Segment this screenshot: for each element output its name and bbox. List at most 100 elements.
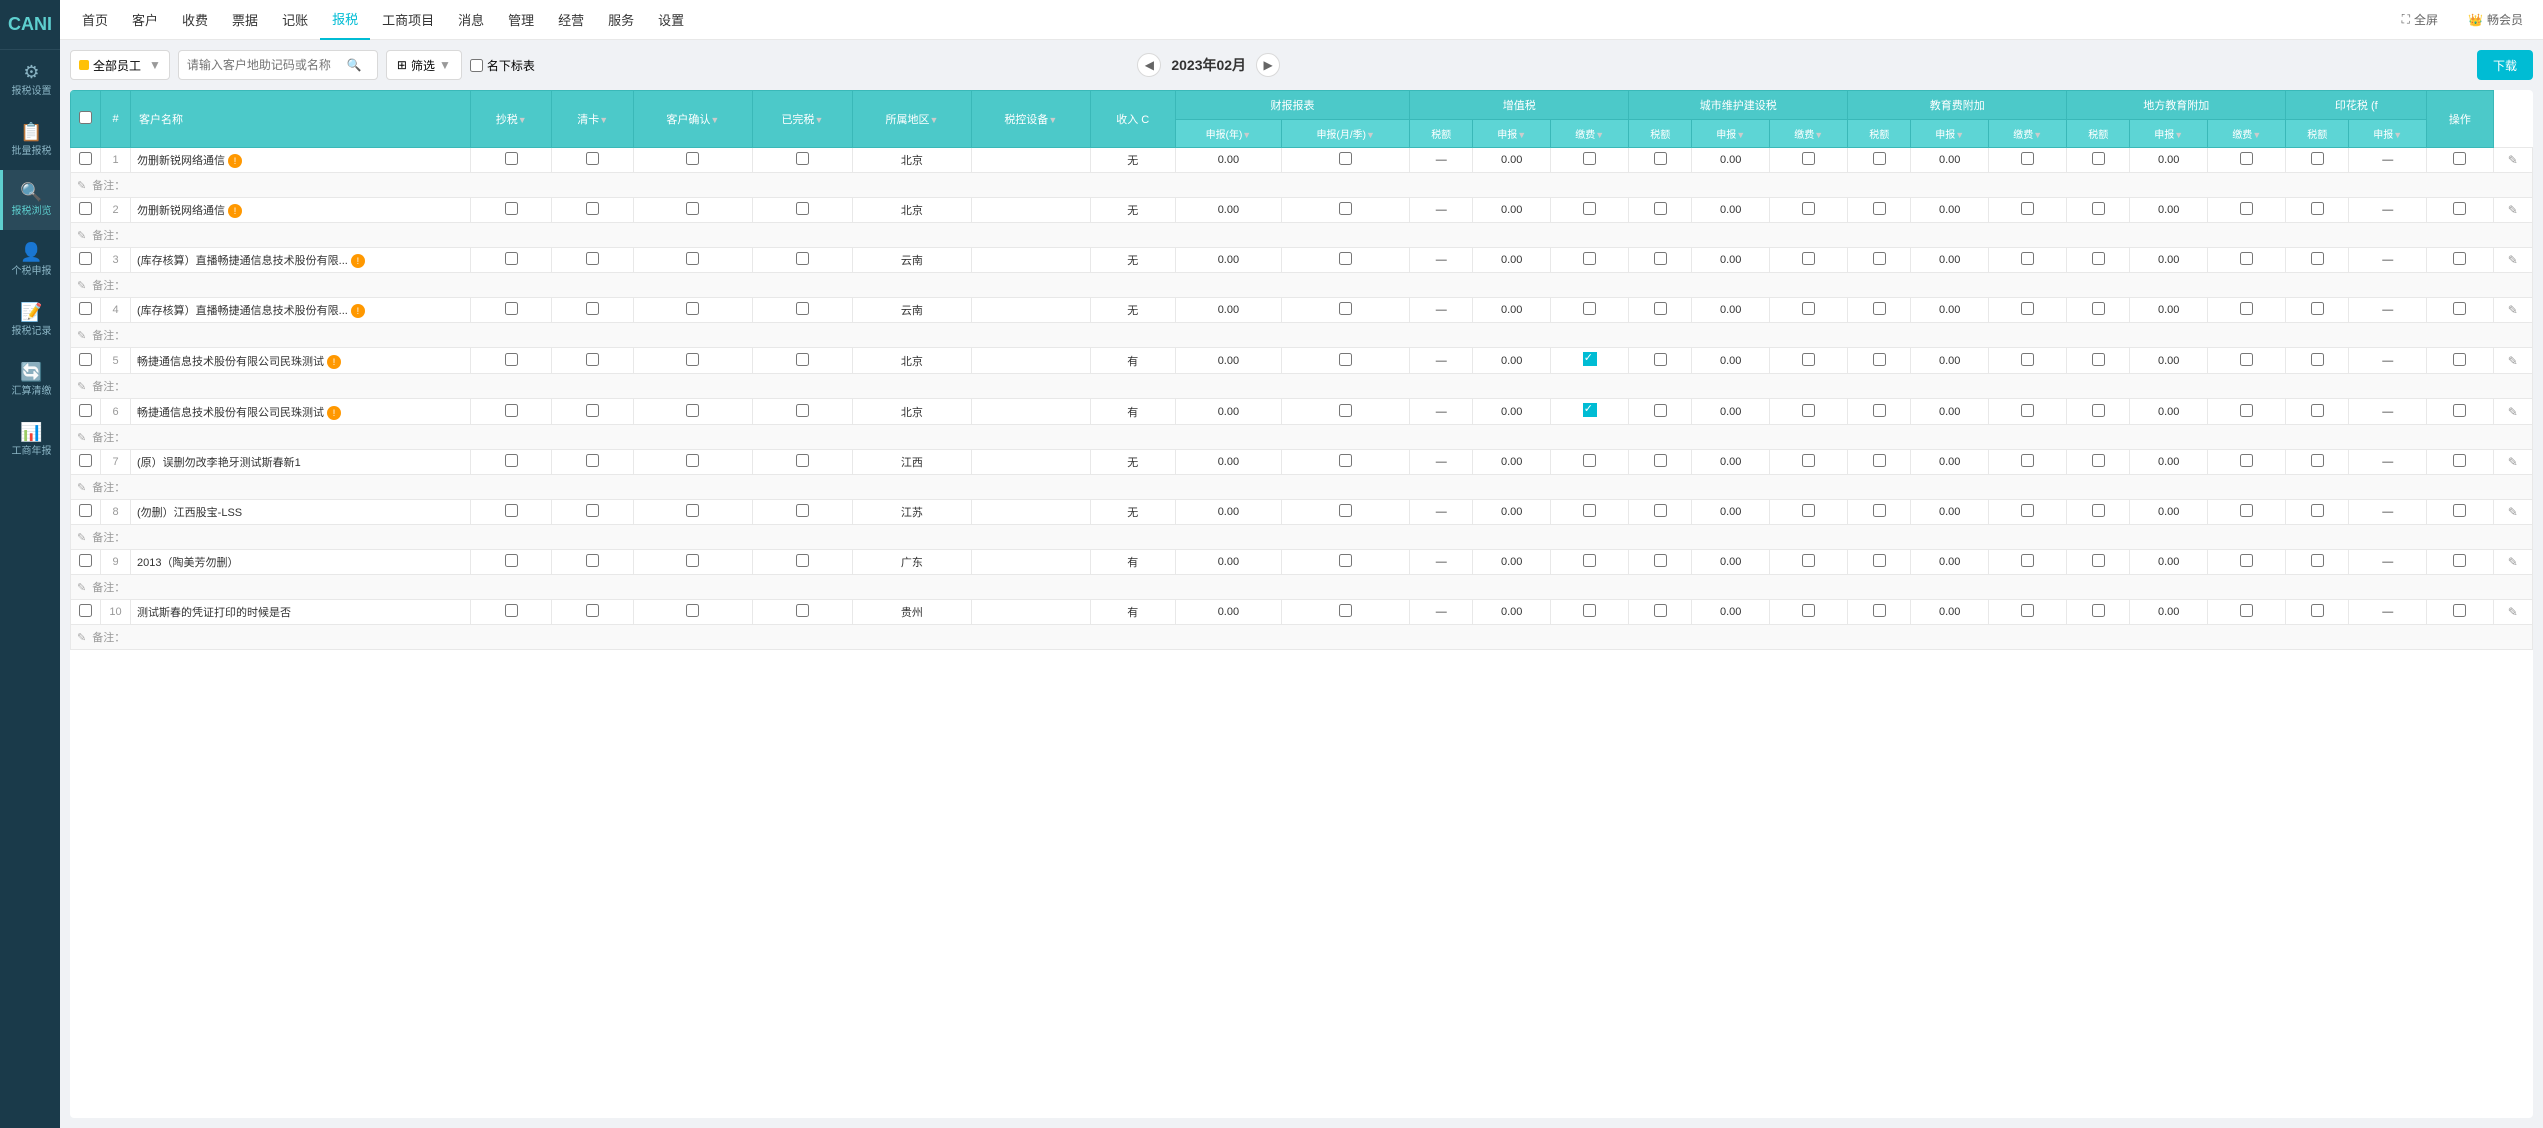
note-pencil-icon[interactable]: ✎ — [77, 532, 86, 544]
search-icon[interactable]: 🔍 — [347, 58, 362, 72]
clear-card-checkbox[interactable] — [586, 353, 599, 366]
vat-fee-checkbox[interactable] — [1654, 152, 1667, 165]
nav-client[interactable]: 客户 — [120, 0, 170, 40]
vat-declare-checkbox[interactable] — [1583, 202, 1596, 215]
vat-declare-checkbox[interactable] — [1583, 252, 1596, 265]
nav-tax[interactable]: 报税 — [320, 0, 370, 40]
note-pencil-icon[interactable]: ✎ — [77, 482, 86, 494]
search-input[interactable] — [187, 58, 347, 72]
nav-home[interactable]: 首页 — [70, 0, 120, 40]
city-fee-checkbox[interactable] — [1873, 404, 1886, 417]
sidebar-item-annual-report[interactable]: 📊 工商年报 — [0, 410, 60, 470]
row-checkbox[interactable] — [79, 504, 92, 517]
local-declare-checkbox[interactable] — [2240, 554, 2253, 567]
local-fee-checkbox[interactable] — [2311, 353, 2324, 366]
warning-icon[interactable]: ! — [228, 204, 242, 218]
vat-declare-cell[interactable] — [1551, 399, 1629, 425]
tax-copy-checkbox[interactable] — [505, 604, 518, 617]
local-declare-checkbox[interactable] — [2240, 202, 2253, 215]
client-confirm-checkbox[interactable] — [686, 554, 699, 567]
edu-fee-checkbox[interactable] — [2092, 152, 2105, 165]
local-fee-checkbox[interactable] — [2311, 152, 2324, 165]
warning-icon[interactable]: ! — [327, 355, 341, 369]
local-declare-checkbox[interactable] — [2240, 454, 2253, 467]
vat-declare-cell[interactable] — [1551, 450, 1629, 475]
local-fee-checkbox[interactable] — [2311, 504, 2324, 517]
filter-button[interactable]: ⊞ 筛选 ▼ — [386, 50, 462, 80]
clear-card-checkbox[interactable] — [586, 554, 599, 567]
declared-checkbox[interactable] — [796, 152, 809, 165]
edu-declare-checkbox[interactable] — [2021, 302, 2034, 315]
nav-accounting[interactable]: 记账 — [270, 0, 320, 40]
edu-declare-checkbox[interactable] — [2021, 353, 2034, 366]
city-fee-checkbox[interactable] — [1873, 604, 1886, 617]
vat-fee-checkbox[interactable] — [1654, 404, 1667, 417]
clear-card-checkbox[interactable] — [586, 454, 599, 467]
tax-copy-checkbox[interactable] — [505, 252, 518, 265]
edu-declare-checkbox[interactable] — [2021, 152, 2034, 165]
edit-icon[interactable]: ✎ — [2508, 455, 2518, 469]
client-confirm-checkbox[interactable] — [686, 504, 699, 517]
tax-copy-checkbox[interactable] — [505, 504, 518, 517]
city-declare-checkbox[interactable] — [1802, 454, 1815, 467]
edit-icon[interactable]: ✎ — [2508, 253, 2518, 267]
fin-year-checkbox[interactable] — [1339, 604, 1352, 617]
vat-declare-cell[interactable] — [1551, 198, 1629, 223]
vat-fee-checkbox[interactable] — [1654, 202, 1667, 215]
local-fee-checkbox[interactable] — [2311, 302, 2324, 315]
edu-declare-checkbox[interactable] — [2021, 604, 2034, 617]
edu-fee-checkbox[interactable] — [2092, 454, 2105, 467]
edit-icon[interactable]: ✎ — [2508, 153, 2518, 167]
tax-copy-checkbox[interactable] — [505, 202, 518, 215]
row-checkbox[interactable] — [79, 302, 92, 315]
client-confirm-checkbox[interactable] — [686, 454, 699, 467]
named-checkbox-label[interactable]: 名下标表 — [470, 57, 535, 74]
nav-billing[interactable]: 收费 — [170, 0, 220, 40]
city-declare-checkbox[interactable] — [1802, 504, 1815, 517]
vat-declare-cell[interactable] — [1551, 148, 1629, 173]
edu-fee-checkbox[interactable] — [2092, 504, 2105, 517]
edit-icon[interactable]: ✎ — [2508, 505, 2518, 519]
edu-fee-checkbox[interactable] — [2092, 404, 2105, 417]
fin-year-checkbox[interactable] — [1339, 202, 1352, 215]
fin-year-checkbox[interactable] — [1339, 302, 1352, 315]
row-checkbox[interactable] — [79, 202, 92, 215]
fin-year-checkbox[interactable] — [1339, 504, 1352, 517]
vat-fee-checkbox[interactable] — [1654, 353, 1667, 366]
city-fee-checkbox[interactable] — [1873, 252, 1886, 265]
clear-card-checkbox[interactable] — [586, 404, 599, 417]
row-checkbox[interactable] — [79, 604, 92, 617]
edu-declare-checkbox[interactable] — [2021, 454, 2034, 467]
nav-management[interactable]: 管理 — [496, 0, 546, 40]
row-checkbox[interactable] — [79, 152, 92, 165]
note-pencil-icon[interactable]: ✎ — [77, 432, 86, 444]
sidebar-item-tax-view[interactable]: 🔍 报税浏览 — [0, 170, 60, 230]
vat-declare-checkbox[interactable] — [1583, 454, 1596, 467]
download-button[interactable]: 下载 — [2477, 50, 2533, 80]
select-all-checkbox[interactable] — [79, 111, 92, 124]
note-pencil-icon[interactable]: ✎ — [77, 230, 86, 242]
city-fee-checkbox[interactable] — [1873, 554, 1886, 567]
local-fee-checkbox[interactable] — [2311, 252, 2324, 265]
city-declare-checkbox[interactable] — [1802, 604, 1815, 617]
vat-declare-checkbox[interactable] — [1583, 554, 1596, 567]
edit-icon[interactable]: ✎ — [2508, 203, 2518, 217]
stamp-declare-checkbox[interactable] — [2453, 353, 2466, 366]
client-confirm-checkbox[interactable] — [686, 404, 699, 417]
edu-declare-checkbox[interactable] — [2021, 202, 2034, 215]
local-fee-checkbox[interactable] — [2311, 454, 2324, 467]
city-declare-checkbox[interactable] — [1802, 353, 1815, 366]
edit-icon[interactable]: ✎ — [2508, 405, 2518, 419]
local-fee-checkbox[interactable] — [2311, 404, 2324, 417]
declared-checkbox[interactable] — [796, 604, 809, 617]
row-checkbox[interactable] — [79, 454, 92, 467]
fin-year-checkbox[interactable] — [1339, 152, 1352, 165]
vat-declare-check[interactable] — [1583, 403, 1597, 417]
city-declare-checkbox[interactable] — [1802, 404, 1815, 417]
tax-copy-checkbox[interactable] — [505, 554, 518, 567]
nav-service[interactable]: 服务 — [596, 0, 646, 40]
city-declare-checkbox[interactable] — [1802, 152, 1815, 165]
stamp-declare-checkbox[interactable] — [2453, 454, 2466, 467]
local-declare-checkbox[interactable] — [2240, 252, 2253, 265]
tax-copy-checkbox[interactable] — [505, 404, 518, 417]
